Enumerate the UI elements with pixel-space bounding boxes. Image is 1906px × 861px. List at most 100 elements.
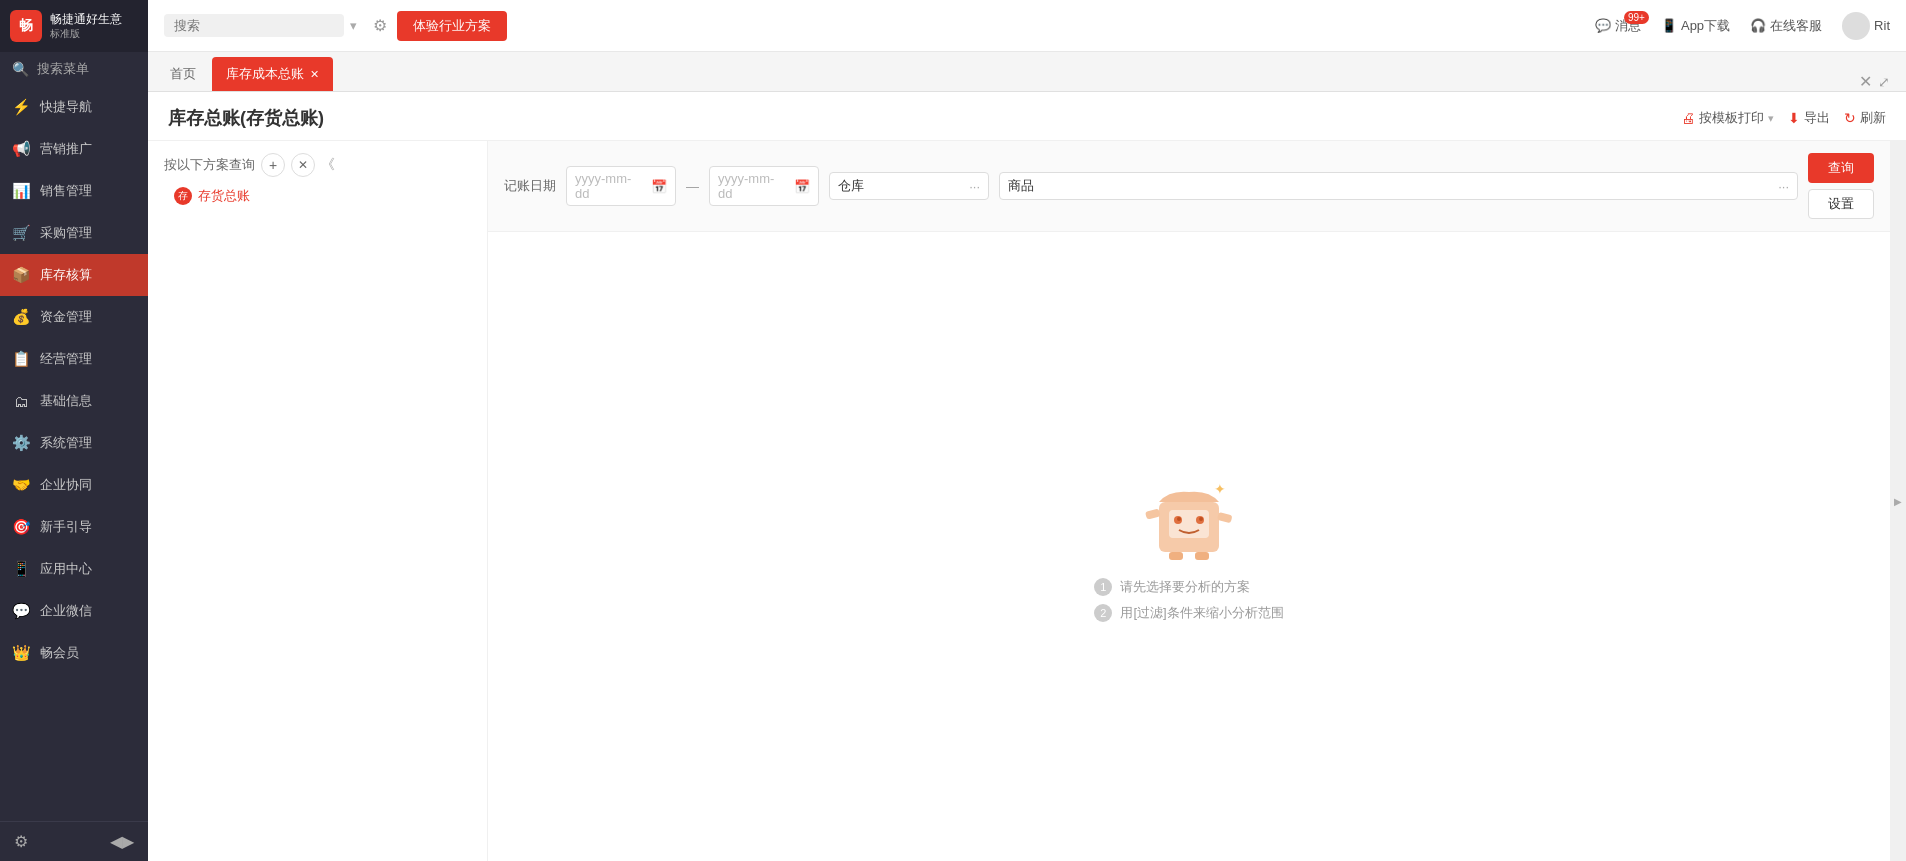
empty-state: ✦ 1 请先选择要分析的方案 2 用[过滤]条件来缩小分析范围: [488, 232, 1890, 861]
tab-close-btn[interactable]: ✕: [1859, 72, 1872, 91]
svg-rect-6: [1169, 552, 1183, 560]
sidebar-item-wechat[interactable]: 💬 企业微信: [0, 590, 148, 632]
product-label: 商品: [1008, 177, 1034, 195]
query-btn[interactable]: 查询: [1808, 153, 1874, 183]
export-label: 导出: [1804, 109, 1830, 127]
sidebar-search-label: 搜索菜单: [37, 60, 89, 78]
search-icon: 🔍: [12, 61, 29, 77]
print-btn[interactable]: 🖨 按模板打印 ▾: [1681, 109, 1774, 127]
product-select[interactable]: 商品 ···: [999, 172, 1798, 200]
filter-collapse-btn[interactable]: 《: [321, 156, 335, 174]
empty-hints: 1 请先选择要分析的方案 2 用[过滤]条件来缩小分析范围: [1094, 578, 1283, 622]
sidebar-item-purchase[interactable]: 🛒 采购管理: [0, 212, 148, 254]
user-avatar[interactable]: Rit: [1842, 12, 1890, 40]
topbar: ▾ ⚙ 体验行业方案 💬 消息 99+ 📱 App下载 🎧 在线客服 Rit: [148, 0, 1906, 52]
sidebar-item-sales[interactable]: 📊 销售管理: [0, 170, 148, 212]
enterprise-icon: 🤝: [12, 476, 30, 494]
sidebar-item-inventory[interactable]: 📦 库存核算: [0, 254, 148, 296]
date-start-input[interactable]: yyyy-mm-dd 📅: [566, 166, 676, 206]
hint-num-2: 2: [1094, 604, 1112, 622]
hint-item-1: 1 请先选择要分析的方案: [1094, 578, 1283, 596]
tabbar: 首页 库存成本总账 ✕ ✕ ⤢: [148, 52, 1906, 92]
filter-scheme-inventory[interactable]: 存 存货总账: [174, 187, 471, 205]
tab-home[interactable]: 首页: [156, 57, 210, 91]
date-end-input[interactable]: yyyy-mm-dd 📅: [709, 166, 819, 206]
sidebar-item-quick-nav[interactable]: ⚡ 快捷导航: [0, 86, 148, 128]
hint-text-1: 请先选择要分析的方案: [1120, 578, 1250, 596]
sidebar-item-marketing[interactable]: 📢 营销推广: [0, 128, 148, 170]
print-icon: 🖨: [1681, 110, 1695, 126]
quick-nav-icon: ⚡: [12, 98, 30, 116]
settings-btn[interactable]: 设置: [1808, 189, 1874, 219]
app-download-label: App下载: [1681, 17, 1730, 35]
topbar-right: 💬 消息 99+ 📱 App下载 🎧 在线客服 Rit: [1595, 12, 1890, 40]
topbar-search-input[interactable]: [164, 14, 344, 37]
export-btn[interactable]: ⬇ 导出: [1788, 109, 1830, 127]
topbar-left: ▾ ⚙ 体验行业方案: [164, 11, 1595, 41]
product-more-icon[interactable]: ···: [1778, 179, 1789, 194]
message-badge: 99+: [1624, 11, 1649, 24]
sales-icon: 📊: [12, 182, 30, 200]
finance-icon: 💰: [12, 308, 30, 326]
sidebar-item-enterprise[interactable]: 🤝 企业协同: [0, 464, 148, 506]
guide-icon: 🎯: [12, 518, 30, 536]
sidebar-nav: ⚡ 快捷导航 📢 营销推广 📊 销售管理 🛒 采购管理 📦 库存核算 💰 资金管…: [0, 86, 148, 821]
sidebar-item-member[interactable]: 👑 畅会员: [0, 632, 148, 674]
sidebar-item-label: 库存核算: [40, 266, 92, 284]
calendar-end-icon[interactable]: 📅: [794, 179, 810, 194]
warehouse-label: 仓库: [838, 177, 864, 195]
sidebar-item-system[interactable]: ⚙️ 系统管理: [0, 422, 148, 464]
topbar-gear-icon[interactable]: ⚙: [373, 16, 387, 35]
avatar-img: [1842, 12, 1870, 40]
download-icon: 📱: [1661, 18, 1677, 33]
sidebar-item-label: 经营管理: [40, 350, 92, 368]
app-download-btn[interactable]: 📱 App下载: [1661, 17, 1730, 35]
hint-item-2: 2 用[过滤]条件来缩小分析范围: [1094, 604, 1283, 622]
svg-point-5: [1199, 517, 1203, 521]
print-label: 按模板打印: [1699, 109, 1764, 127]
sidebar-item-basic[interactable]: 🗂 基础信息: [0, 380, 148, 422]
operation-icon: 📋: [12, 350, 30, 368]
collapse-sidebar-icon[interactable]: ◀▶: [110, 832, 134, 851]
sidebar-item-label: 采购管理: [40, 224, 92, 242]
refresh-btn[interactable]: ↻ 刷新: [1844, 109, 1886, 127]
right-collapse-btn[interactable]: ▶: [1890, 141, 1906, 861]
svg-rect-9: [1217, 512, 1233, 523]
message-btn[interactable]: 💬 消息 99+: [1595, 17, 1641, 35]
system-icon: ⚙️: [12, 434, 30, 452]
tab-resize-icon[interactable]: ⤢: [1878, 74, 1890, 90]
sidebar-search[interactable]: 🔍 搜索菜单: [0, 52, 148, 86]
chevron-down-icon[interactable]: ▾: [350, 18, 357, 33]
sidebar-item-label: 资金管理: [40, 308, 92, 326]
service-icon: 🎧: [1750, 18, 1766, 33]
tab-close-icon[interactable]: ✕: [310, 68, 319, 81]
filter-label: 按以下方案查询: [164, 156, 255, 174]
settings-icon[interactable]: ⚙: [14, 832, 28, 851]
filter-add-btn[interactable]: +: [261, 153, 285, 177]
sidebar-item-operation[interactable]: 📋 经营管理: [0, 338, 148, 380]
sidebar-item-finance[interactable]: 💰 资金管理: [0, 296, 148, 338]
print-chevron-icon[interactable]: ▾: [1768, 112, 1774, 125]
wechat-icon: 💬: [12, 602, 30, 620]
warehouse-more-icon[interactable]: ···: [969, 179, 980, 194]
sidebar-item-label: 快捷导航: [40, 98, 92, 116]
app-badge: 标准版: [50, 27, 122, 41]
online-service-label: 在线客服: [1770, 17, 1822, 35]
trial-btn[interactable]: 体验行业方案: [397, 11, 507, 41]
right-area: 记账日期 yyyy-mm-dd 📅 — yyyy-mm-dd 📅 仓库 ···: [488, 141, 1890, 861]
page-title: 库存总账(存货总账): [168, 106, 324, 130]
warehouse-select[interactable]: 仓库 ···: [829, 172, 989, 200]
filter-clear-btn[interactable]: ✕: [291, 153, 315, 177]
hint-text-2: 用[过滤]条件来缩小分析范围: [1120, 604, 1283, 622]
sidebar-bottom: ⚙ ◀▶: [0, 821, 148, 861]
tab-label: 库存成本总账: [226, 65, 304, 83]
sidebar-item-app-center[interactable]: 📱 应用中心: [0, 548, 148, 590]
online-service-btn[interactable]: 🎧 在线客服: [1750, 17, 1822, 35]
tab-inventory-ledger[interactable]: 库存成本总账 ✕: [212, 57, 333, 91]
calendar-start-icon[interactable]: 📅: [651, 179, 667, 194]
sidebar-item-label: 新手引导: [40, 518, 92, 536]
filter-fields-row: 记账日期 yyyy-mm-dd 📅 — yyyy-mm-dd 📅 仓库 ···: [488, 141, 1890, 232]
svg-text:✦: ✦: [1214, 481, 1226, 497]
sidebar-item-guide[interactable]: 🎯 新手引导: [0, 506, 148, 548]
filter-left-panel: 按以下方案查询 + ✕ 《 存 存货总账: [148, 141, 488, 861]
